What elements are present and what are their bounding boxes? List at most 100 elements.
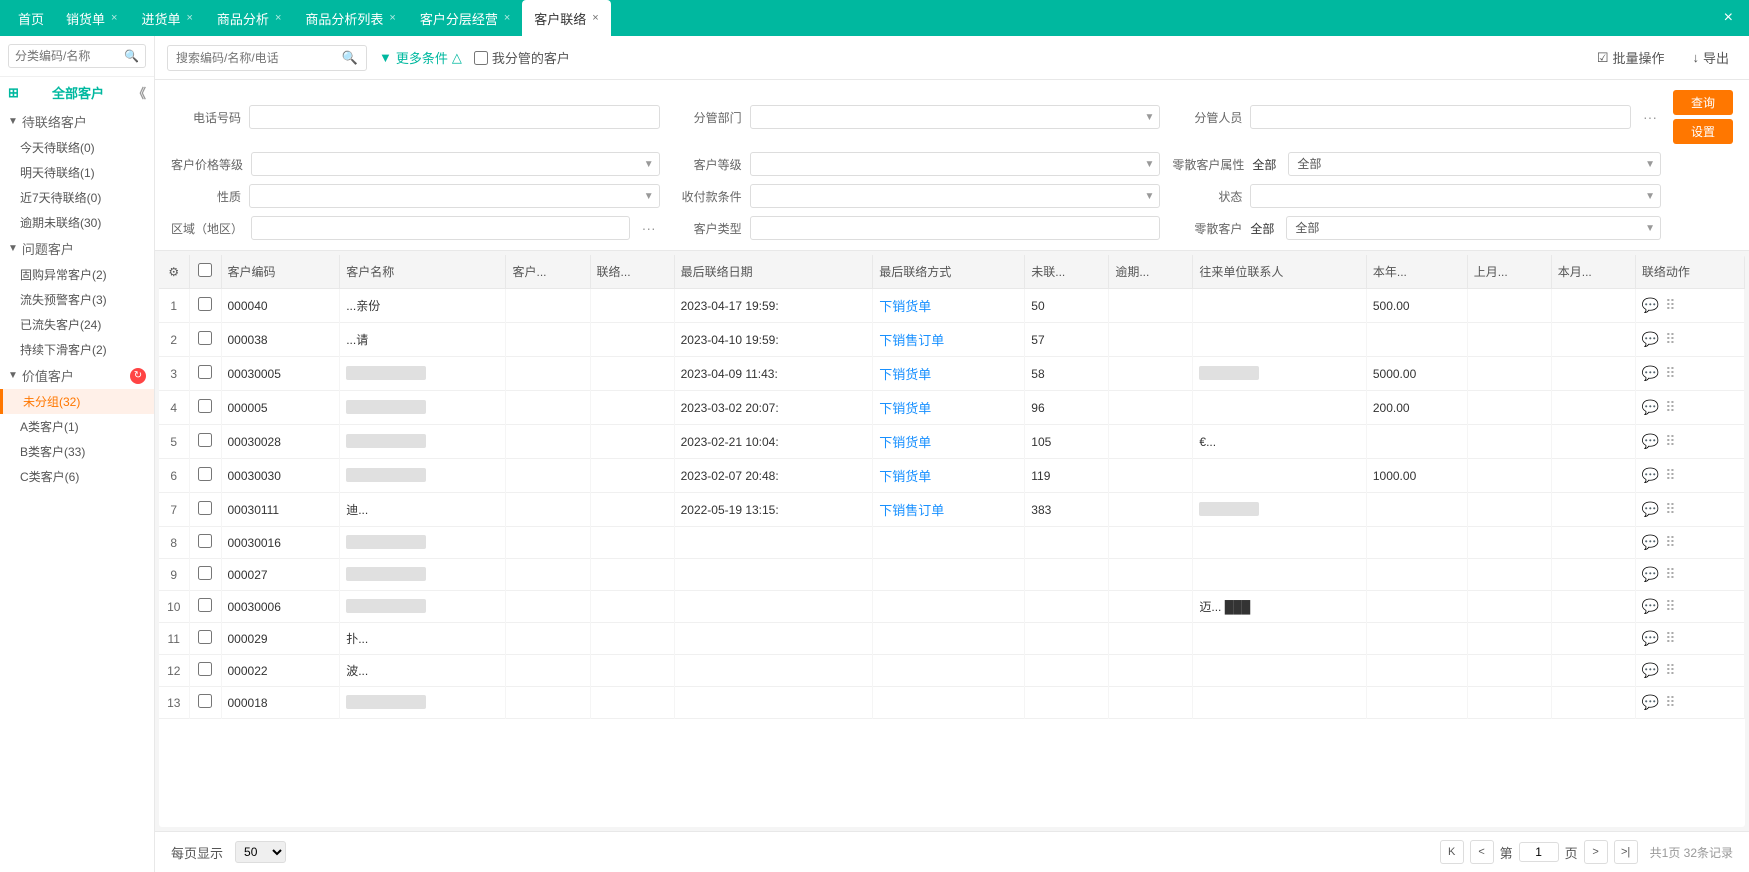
reset-button[interactable]: 设置 — [1673, 119, 1733, 144]
next-page-button[interactable]: > — [1584, 840, 1608, 864]
tab-purchase[interactable]: 进货单 × — [129, 0, 204, 36]
tab-customer-segment[interactable]: 客户分层经营 × — [408, 0, 522, 36]
sidebar-item-declining[interactable]: 持续下滑客户(2) — [0, 337, 154, 362]
message-icon[interactable]: 💬 — [1642, 297, 1659, 314]
overdue-cell — [1109, 687, 1193, 719]
close-customer-segment-tab[interactable]: × — [504, 12, 510, 24]
last-month-cell — [1467, 289, 1551, 323]
region-dots-icon[interactable]: ··· — [638, 220, 660, 236]
query-button[interactable]: 查询 — [1673, 90, 1733, 115]
sidebar-item-group-a[interactable]: A类客户(1) — [0, 414, 154, 439]
home-tab[interactable]: 首页 — [8, 9, 54, 28]
close-product-analysis-list-tab[interactable]: × — [389, 12, 395, 24]
customer-type-input[interactable] — [750, 216, 1161, 240]
customer-name-cell: 波... — [340, 655, 506, 687]
sidebar-item-group-b[interactable]: B类客户(33) — [0, 439, 154, 464]
retail-attr-select[interactable]: 全部 — [1288, 152, 1661, 176]
all-customers-item[interactable]: ⊞ 全部客户 《 — [0, 77, 154, 108]
sidebar-collapse-icon[interactable]: 《 — [133, 83, 146, 102]
payment-select[interactable] — [750, 184, 1161, 208]
last-contact-date-cell: 2023-04-17 19:59: — [674, 289, 873, 323]
search-box[interactable]: 🔍 — [167, 45, 367, 71]
phone-label: 电话号码 — [171, 109, 241, 126]
message-icon[interactable]: 💬 — [1642, 598, 1659, 615]
export-button[interactable]: ↓ 导出 — [1684, 44, 1737, 71]
filter-retail-attr: 零散客户属性 全部 全部 ▼ — [1172, 152, 1661, 176]
more-icon[interactable]: ⠿ — [1665, 331, 1675, 348]
tab-product-analysis[interactable]: 商品分析 × — [205, 0, 293, 36]
dept-select[interactable] — [750, 105, 1161, 129]
no-contact-cell — [1025, 687, 1109, 719]
overdue-cell — [1109, 459, 1193, 493]
more-icon[interactable]: ⠿ — [1665, 662, 1675, 679]
sidebar-item-7days[interactable]: 近7天待联络(0) — [0, 185, 154, 210]
status-select[interactable] — [1250, 184, 1661, 208]
more-icon[interactable]: ⠿ — [1665, 694, 1675, 711]
nature-select[interactable] — [249, 184, 660, 208]
sidebar-item-today[interactable]: 今天待联络(0) — [0, 135, 154, 160]
message-icon[interactable]: 💬 — [1642, 630, 1659, 647]
more-icon[interactable]: ⠿ — [1665, 566, 1675, 583]
more-icon[interactable]: ⠿ — [1665, 534, 1675, 551]
sidebar-group-value-customers[interactable]: ▼ 价值客户 ↻ — [0, 362, 154, 389]
region-input[interactable] — [251, 216, 630, 240]
message-icon[interactable]: 💬 — [1642, 694, 1659, 711]
message-icon[interactable]: 💬 — [1642, 433, 1659, 450]
page-number-input[interactable] — [1519, 842, 1559, 862]
message-icon[interactable]: 💬 — [1642, 331, 1659, 348]
table-row: 12000022波...💬⠿ — [159, 655, 1745, 687]
sidebar-item-churn-risk[interactable]: 流失预警客户(3) — [0, 287, 154, 312]
more-icon[interactable]: ⠿ — [1665, 399, 1675, 416]
more-icon[interactable]: ⠿ — [1665, 598, 1675, 615]
phone-input[interactable] — [249, 105, 660, 129]
person-input[interactable] — [1250, 105, 1631, 129]
message-icon[interactable]: 💬 — [1642, 399, 1659, 416]
first-page-button[interactable]: K — [1440, 840, 1464, 864]
tab-customer-contact[interactable]: 客户联络 × — [522, 0, 610, 36]
page-size-select[interactable]: 50 20 100 — [235, 841, 286, 863]
message-icon[interactable]: 💬 — [1642, 501, 1659, 518]
batch-op-button[interactable]: ☑ 批量操作 — [1589, 44, 1673, 71]
customer-level-select[interactable] — [750, 152, 1161, 176]
message-icon[interactable]: 💬 — [1642, 365, 1659, 382]
more-icon[interactable]: ⠿ — [1665, 297, 1675, 314]
retail-select[interactable]: 全部 — [1286, 216, 1661, 240]
prev-page-button[interactable]: < — [1470, 840, 1494, 864]
sidebar-item-lost[interactable]: 已流失客户(24) — [0, 312, 154, 337]
close-customer-contact-tab[interactable]: × — [592, 12, 598, 24]
my-customers-checkbox-wrap[interactable]: 我分管的客户 — [474, 48, 570, 67]
more-icon[interactable]: ⠿ — [1665, 467, 1675, 484]
sidebar-group-pending-contact[interactable]: ▼ 待联络客户 — [0, 108, 154, 135]
search-input[interactable] — [176, 51, 338, 65]
sidebar-item-abnormal[interactable]: 固购异常客户(2) — [0, 262, 154, 287]
message-icon[interactable]: 💬 — [1642, 566, 1659, 583]
grid-icon: ⊞ — [8, 85, 19, 101]
price-level-select[interactable] — [251, 152, 660, 176]
more-conditions-btn[interactable]: ▼ 更多条件 △ — [379, 48, 462, 67]
sidebar-item-overdue[interactable]: 逾期未联络(30) — [0, 210, 154, 235]
person-dots-icon[interactable]: ··· — [1639, 109, 1661, 125]
sidebar-item-tomorrow[interactable]: 明天待联络(1) — [0, 160, 154, 185]
tab-sales[interactable]: 销货单 × — [54, 0, 129, 36]
checkbox-col-header[interactable] — [189, 255, 221, 289]
more-icon[interactable]: ⠿ — [1665, 433, 1675, 450]
close-sales-tab[interactable]: × — [111, 12, 117, 24]
close-purchase-tab[interactable]: × — [186, 12, 192, 24]
last-page-button[interactable]: >| — [1614, 840, 1638, 864]
more-icon[interactable]: ⠿ — [1665, 501, 1675, 518]
sidebar-item-unclassified[interactable]: 未分组(32) — [0, 389, 154, 414]
window-close-button[interactable]: × — [1716, 9, 1741, 27]
select-all-checkbox[interactable] — [198, 263, 212, 277]
sidebar-item-group-c[interactable]: C类客户(6) — [0, 464, 154, 489]
more-icon[interactable]: ⠿ — [1665, 365, 1675, 382]
message-icon[interactable]: 💬 — [1642, 467, 1659, 484]
my-customers-checkbox[interactable] — [474, 51, 488, 65]
close-product-analysis-tab[interactable]: × — [275, 12, 281, 24]
message-icon[interactable]: 💬 — [1642, 662, 1659, 679]
sidebar-group-problem-customers[interactable]: ▼ 问题客户 — [0, 235, 154, 262]
more-icon[interactable]: ⠿ — [1665, 630, 1675, 647]
message-icon[interactable]: 💬 — [1642, 534, 1659, 551]
settings-col-header[interactable]: ⚙ — [159, 255, 189, 289]
last-contact-method-cell: 下销售订单 — [873, 323, 1025, 357]
tab-product-analysis-list[interactable]: 商品分析列表 × — [293, 0, 407, 36]
